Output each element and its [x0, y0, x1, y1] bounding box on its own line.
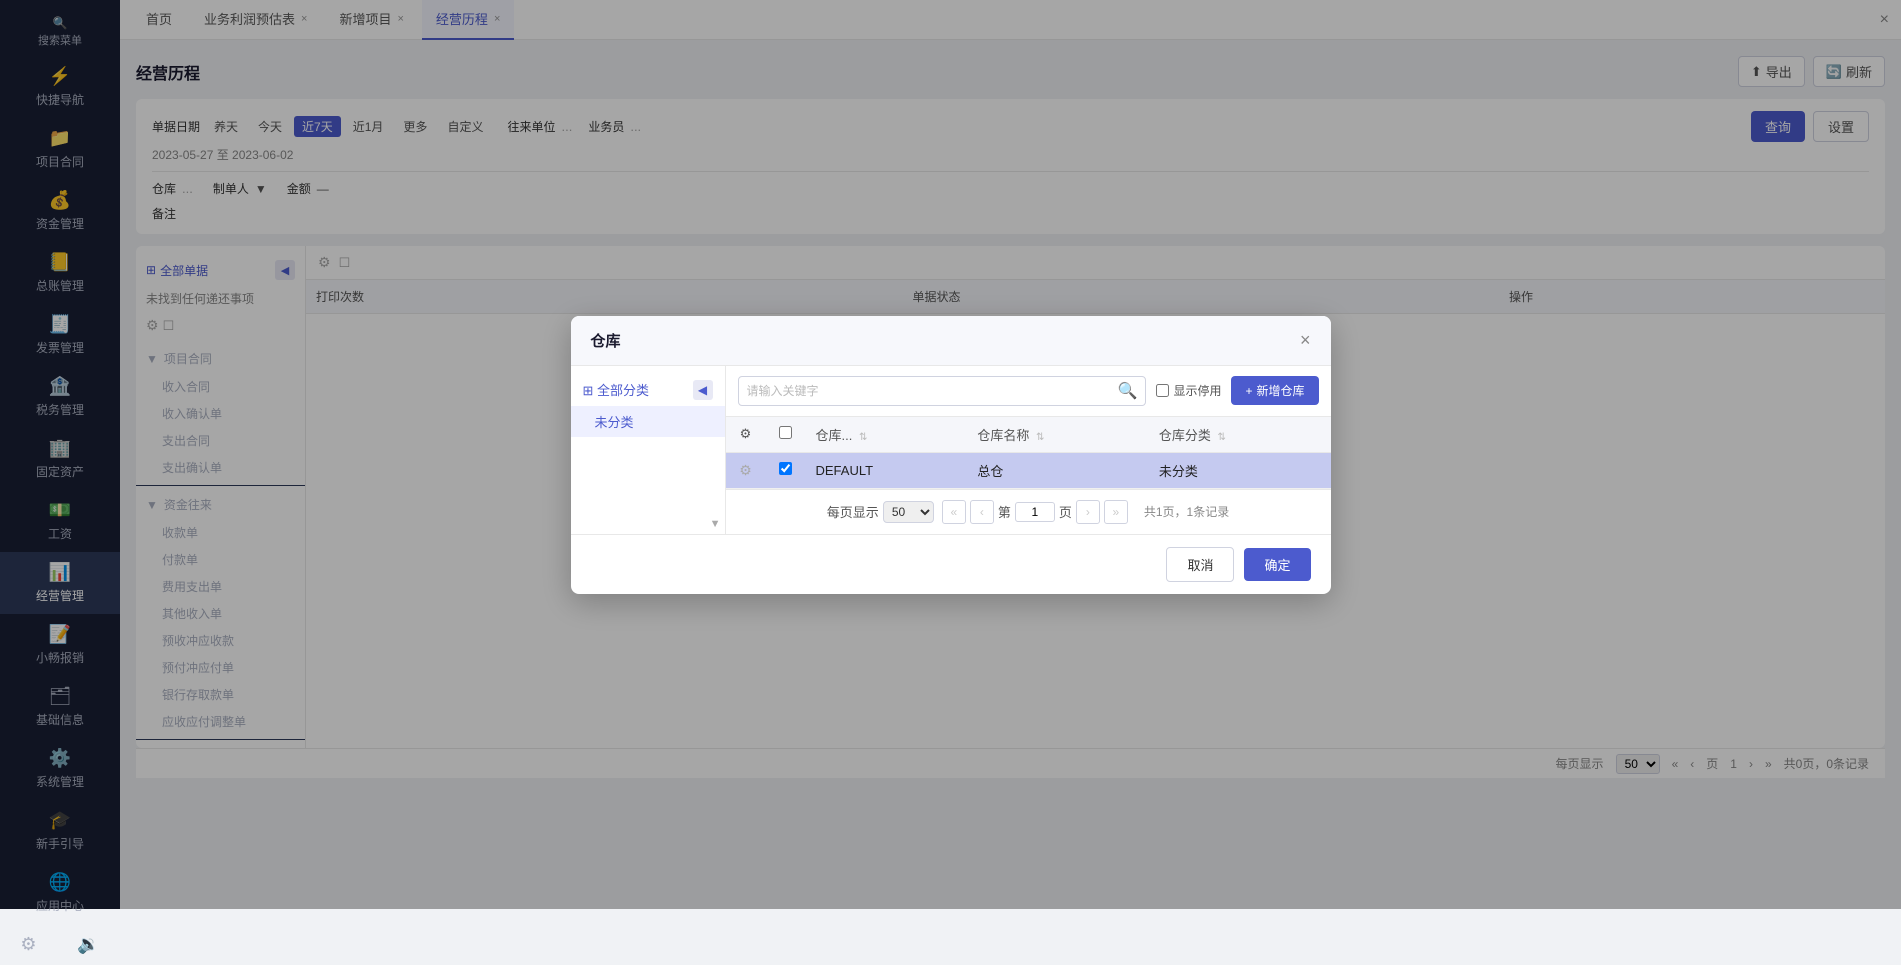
modal-close-button[interactable]: ×: [1300, 330, 1311, 351]
modal-footer: 取消 确定: [571, 534, 1331, 594]
col-category-label: 仓库分类: [1159, 428, 1211, 443]
row-category: 未分类: [1149, 452, 1331, 488]
category-grid-icon: ⊞: [583, 383, 594, 398]
category-collapse-icon: ◀: [698, 383, 707, 397]
settings-col-icon: ⚙: [740, 426, 752, 441]
select-all-checkbox[interactable]: [779, 426, 792, 439]
last-page-btn[interactable]: »: [1104, 500, 1128, 524]
show-disabled-label: 显示停用: [1173, 382, 1221, 399]
next-page-btn[interactable]: ›: [1076, 500, 1100, 524]
page-suffix-label: 页: [1059, 502, 1072, 521]
show-disabled-checkbox[interactable]: [1156, 384, 1169, 397]
search-input[interactable]: [747, 384, 1112, 398]
modal-title: 仓库: [591, 330, 621, 351]
search-magnifier-icon: 🔍: [1118, 381, 1138, 401]
main-area: 首页 业务利润预估表 × 新增项目 × 经营历程 × × 经营历程 ⬆ 导出: [120, 0, 1901, 909]
show-disabled-wrap: 显示停用: [1156, 382, 1221, 399]
settings-bottom-icon[interactable]: ⚙: [20, 934, 36, 955]
page-input[interactable]: [1015, 502, 1055, 522]
row-name: 总仓: [967, 452, 1149, 488]
add-warehouse-button[interactable]: + 新增仓库: [1231, 376, 1318, 405]
cancel-button[interactable]: 取消: [1166, 547, 1234, 582]
sort-category-icon: ⇅: [1218, 432, 1226, 443]
row-checkbox: [766, 452, 806, 488]
row-select-checkbox[interactable]: [779, 462, 792, 475]
page-prefix-label: 第: [998, 502, 1011, 521]
table-panel: 🔍 显示停用 + 新增仓库: [726, 366, 1331, 534]
category-panel: ⊞ 全部分类 ◀ 未分类 ▼: [571, 366, 726, 534]
category-all-header[interactable]: ⊞ 全部分类 ◀: [571, 374, 725, 406]
warehouse-table: ⚙ 仓库... ⇅: [726, 417, 1331, 489]
prev-page-btn[interactable]: ‹: [970, 500, 994, 524]
search-input-wrap: 🔍: [738, 376, 1147, 406]
col-code-header[interactable]: 仓库... ⇅: [806, 417, 968, 453]
sidebar-bottom: ⚙ 🔉: [0, 924, 120, 965]
category-all-label: 全部分类: [597, 383, 649, 398]
warehouse-modal: 仓库 × ⊞ 全部分类 ◀: [571, 316, 1331, 594]
col-code-label: 仓库...: [816, 428, 853, 443]
page-nav: « ‹ 第 页 › »: [942, 500, 1128, 524]
modal-pagination: 每页显示 50 10 20 100 « ‹ 第: [726, 489, 1331, 534]
category-item-label: 未分类: [595, 415, 634, 430]
table-row[interactable]: ⚙ DEFAULT 总仓 未分类: [726, 452, 1331, 488]
add-warehouse-label: 新增仓库: [1256, 382, 1304, 399]
modal-body: ⊞ 全部分类 ◀ 未分类 ▼: [571, 366, 1331, 534]
category-item-unclassified[interactable]: 未分类: [571, 406, 725, 437]
modal-table-toolbar: 🔍 显示停用 + 新增仓库: [726, 366, 1331, 417]
confirm-button[interactable]: 确定: [1244, 548, 1310, 581]
col-checkbox-header[interactable]: [766, 417, 806, 453]
row-code: DEFAULT: [806, 452, 968, 488]
page-size-wrap: 每页显示 50 10 20 100: [827, 501, 934, 523]
modal-overlay: 仓库 × ⊞ 全部分类 ◀: [120, 0, 1901, 909]
modal-header: 仓库 ×: [571, 316, 1331, 366]
row-settings-icon[interactable]: ⚙: [739, 462, 752, 478]
total-info: 共1页，1条记录: [1144, 503, 1229, 520]
page-size-label: 每页显示: [827, 502, 879, 521]
row-settings: ⚙: [726, 452, 766, 488]
category-scroll-indicator: ▼: [710, 518, 721, 530]
col-name-label: 仓库名称: [977, 428, 1029, 443]
sort-code-icon: ⇅: [859, 432, 867, 443]
col-name-header[interactable]: 仓库名称 ⇅: [967, 417, 1149, 453]
col-category-header[interactable]: 仓库分类 ⇅: [1149, 417, 1331, 453]
first-page-btn[interactable]: «: [942, 500, 966, 524]
add-icon: +: [1245, 384, 1252, 398]
volume-icon[interactable]: 🔉: [77, 934, 99, 955]
sort-name-icon: ⇅: [1036, 432, 1044, 443]
table-scroll-wrap: ⚙ 仓库... ⇅: [726, 417, 1331, 489]
category-collapse-btn[interactable]: ◀: [693, 380, 713, 400]
col-settings-header[interactable]: ⚙: [726, 417, 766, 453]
page-size-select[interactable]: 50 10 20 100: [883, 501, 934, 523]
